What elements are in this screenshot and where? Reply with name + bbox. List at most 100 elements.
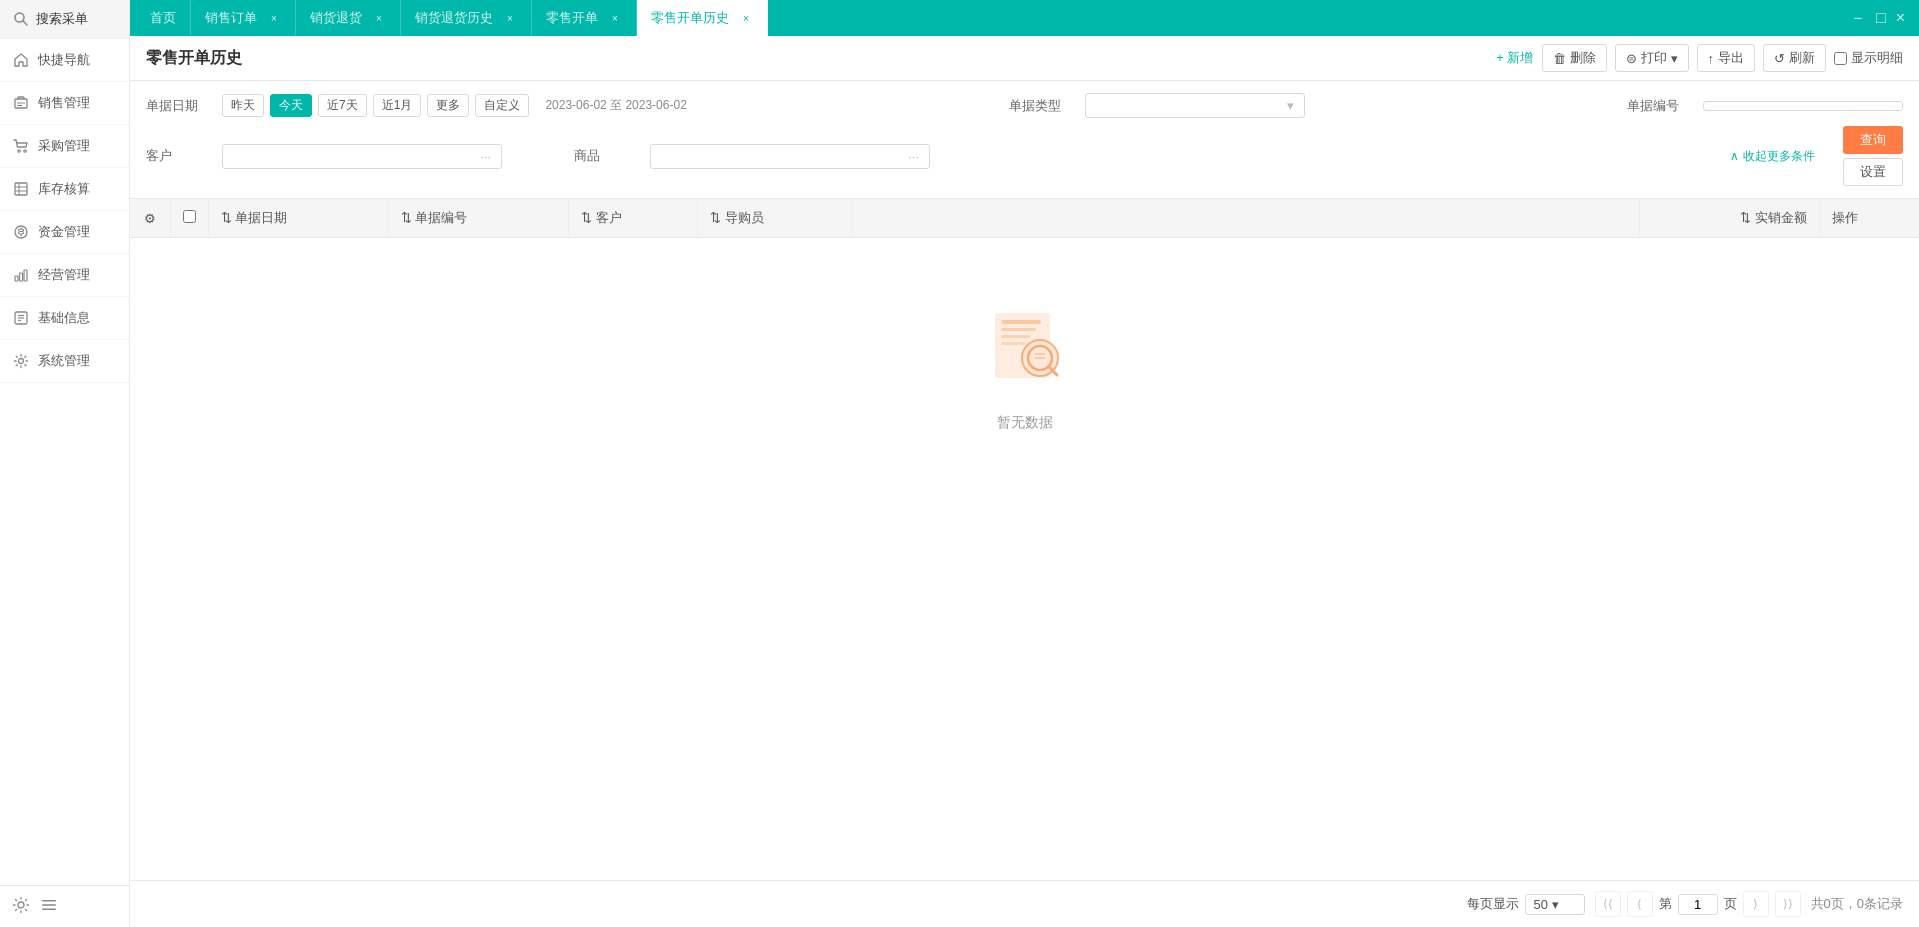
tab-sales-return[interactable]: 销货退货 ×: [296, 0, 401, 36]
th-salesperson[interactable]: ⇅ 导购员: [698, 199, 853, 238]
filter-row-1: 单据日期 昨天 今天 近7天 近1月 更多 自定义 2023-06-02 至 2…: [146, 93, 1903, 118]
gear-icon[interactable]: ⚙: [144, 211, 156, 226]
svg-point-5: [18, 150, 20, 152]
settings-icon[interactable]: [12, 896, 30, 917]
print-button[interactable]: ⊜ 打印 ▾: [1615, 44, 1689, 72]
sidebar-item-purchase-mgmt[interactable]: 采购管理: [0, 125, 129, 168]
page-size-dropdown[interactable]: 50 ▾: [1525, 894, 1585, 915]
sidebar-item-label: 系统管理: [38, 352, 90, 370]
tab-sales-return-history[interactable]: 销货退货历史 ×: [401, 0, 532, 36]
date-btn-more[interactable]: 更多: [427, 94, 469, 117]
th-no[interactable]: ⇅ 单据编号: [388, 199, 568, 238]
close-tab-retail-open[interactable]: ×: [608, 11, 622, 25]
th-date-label: ⇅ 单据日期: [221, 210, 288, 225]
collapse-sidebar-icon[interactable]: [40, 896, 58, 917]
sidebar: 搜索采单 快捷导航 销售管理 采购管理: [0, 0, 130, 927]
date-btn-yesterday[interactable]: 昨天: [222, 94, 264, 117]
svg-rect-28: [1001, 342, 1026, 345]
basic-icon: [12, 309, 30, 327]
svg-rect-13: [20, 273, 23, 281]
tab-retail-history[interactable]: 零售开单历史 ×: [637, 0, 768, 36]
display-detail-input[interactable]: [1834, 52, 1847, 65]
delete-button[interactable]: 🗑 删除: [1542, 44, 1607, 72]
print-dropdown-icon: ▾: [1671, 51, 1678, 66]
th-date[interactable]: ⇅ 单据日期: [208, 199, 388, 238]
sidebar-item-inventory[interactable]: 库存核算: [0, 168, 129, 211]
next-page-btn[interactable]: ⟩: [1743, 891, 1769, 917]
sidebar-item-sales-mgmt[interactable]: 销售管理: [0, 82, 129, 125]
display-detail-checkbox[interactable]: 显示明细: [1834, 49, 1903, 67]
collapse-bar[interactable]: ∧ 收起更多条件: [1730, 148, 1815, 165]
sidebar-item-operations[interactable]: 经营管理: [0, 254, 129, 297]
prev-page-btn[interactable]: ⟨: [1627, 891, 1653, 917]
delete-label: 删除: [1570, 49, 1596, 67]
svg-line-1: [23, 21, 27, 25]
export-icon: ↑: [1708, 51, 1715, 66]
sidebar-bottom: [0, 885, 129, 927]
tab-retail-open-label: 零售开单: [546, 9, 598, 27]
add-button[interactable]: + 新增: [1496, 49, 1533, 67]
customer-input[interactable]: ···: [222, 144, 502, 169]
delete-icon: 🗑: [1553, 51, 1566, 66]
select-all-checkbox[interactable]: [183, 210, 196, 223]
sidebar-item-label: 资金管理: [38, 223, 90, 241]
page-title: 零售开单历史: [146, 48, 242, 69]
th-amount[interactable]: ⇅ 实销金额: [1639, 199, 1819, 238]
empty-state: 暂无数据: [130, 238, 1919, 492]
close-tab-sales-return[interactable]: ×: [372, 11, 386, 25]
type-select[interactable]: ▾: [1085, 93, 1305, 118]
sidebar-item-quick-nav[interactable]: 快捷导航: [0, 39, 129, 82]
tab-sales-order[interactable]: 销售订单 ×: [191, 0, 296, 36]
export-button[interactable]: ↑ 导出: [1697, 44, 1756, 72]
query-button[interactable]: 查询: [1843, 126, 1903, 154]
setting-button[interactable]: 设置: [1843, 158, 1903, 186]
sidebar-search[interactable]: 搜索采单: [0, 0, 129, 39]
date-range: 2023-06-02 至 2023-06-02: [545, 97, 686, 114]
system-icon: [12, 352, 30, 370]
svg-rect-14: [24, 270, 27, 281]
last-page-btn[interactable]: ⟩⟩: [1775, 891, 1801, 917]
doc-no-input[interactable]: [1703, 101, 1903, 111]
date-btn-custom[interactable]: 自定义: [475, 94, 529, 117]
minimize-btn[interactable]: －: [1850, 10, 1866, 26]
svg-rect-27: [1001, 335, 1031, 338]
date-btn-1month[interactable]: 近1月: [373, 94, 422, 117]
refresh-label: 刷新: [1789, 49, 1815, 67]
tab-bar: 首页 销售订单 × 销货退货 × 销货退货历史 × 零售开单 × 零售开单历史 …: [130, 0, 1919, 36]
home-icon: [12, 51, 30, 69]
th-checkbox[interactable]: [170, 199, 208, 238]
date-btn-7days[interactable]: 近7天: [318, 94, 367, 117]
th-spacer: [852, 199, 1639, 238]
maximize-btn[interactable]: □: [1876, 10, 1886, 26]
date-btn-today[interactable]: 今天: [270, 94, 312, 117]
sidebar-item-finance[interactable]: 资金管理: [0, 211, 129, 254]
th-customer[interactable]: ⇅ 客户: [569, 199, 698, 238]
main-content: 首页 销售订单 × 销货退货 × 销货退货历史 × 零售开单 × 零售开单历史 …: [130, 0, 1919, 927]
first-page-btn[interactable]: ⟨⟨: [1595, 891, 1621, 917]
tab-retail-open[interactable]: 零售开单 ×: [532, 0, 637, 36]
sidebar-item-label: 库存核算: [38, 180, 90, 198]
close-tab-sales-order[interactable]: ×: [267, 11, 281, 25]
collapse-label: 收起更多条件: [1743, 148, 1815, 165]
sidebar-search-label: 搜索采单: [36, 10, 88, 28]
th-gear[interactable]: ⚙: [130, 199, 170, 238]
svg-rect-25: [1001, 320, 1041, 324]
tab-sales-order-label: 销售订单: [205, 9, 257, 27]
sidebar-item-system[interactable]: 系统管理: [0, 340, 129, 383]
close-tab-sales-return-history[interactable]: ×: [503, 11, 517, 25]
close-tab-retail-history[interactable]: ×: [739, 11, 753, 25]
page-number-input[interactable]: [1678, 894, 1718, 915]
filter-row-2: 客户 ··· 商品 ··· ∧ 收起更多条件 查询 设置: [146, 126, 1903, 186]
dropdown-icon: ▾: [1552, 897, 1559, 912]
close-btn[interactable]: ×: [1896, 10, 1905, 26]
toolbar-actions: + 新增 🗑 删除 ⊜ 打印 ▾ ↑ 导出 ↺ 刷新 显示明细: [1496, 44, 1903, 72]
chevron-down-icon: ▾: [1287, 98, 1294, 113]
svg-rect-21: [42, 900, 56, 902]
display-detail-label: 显示明细: [1851, 49, 1903, 67]
tab-home[interactable]: 首页: [136, 0, 191, 36]
goods-input[interactable]: ···: [650, 144, 930, 169]
empty-illustration: [975, 298, 1075, 398]
sidebar-item-basic-info[interactable]: 基础信息: [0, 297, 129, 340]
refresh-button[interactable]: ↺ 刷新: [1763, 44, 1826, 72]
th-action: 操作: [1820, 199, 1919, 238]
